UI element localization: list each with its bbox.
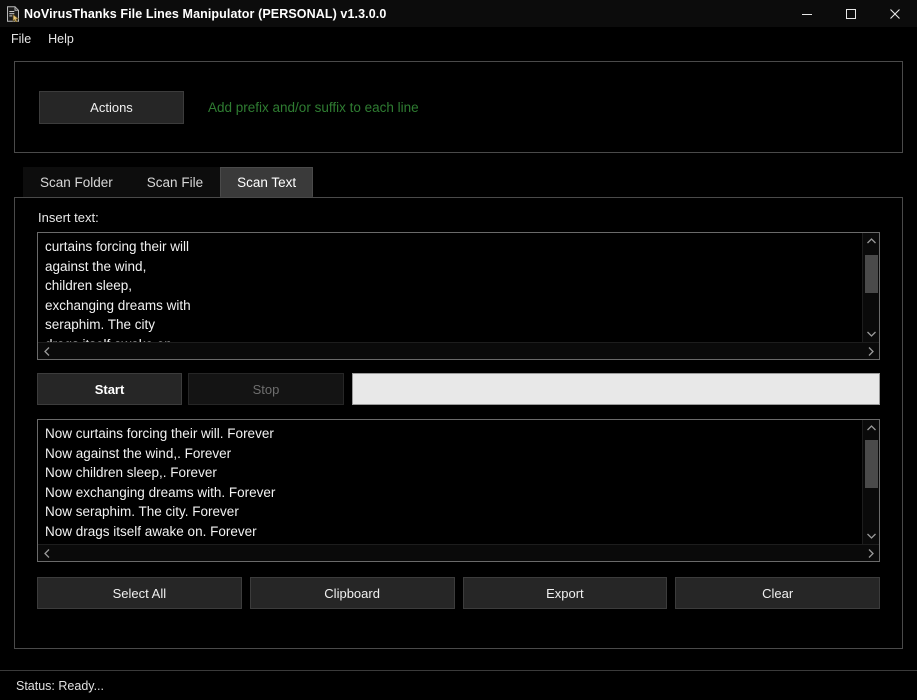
actions-button[interactable]: Actions bbox=[39, 90, 184, 124]
maximize-button[interactable] bbox=[829, 0, 873, 27]
export-button[interactable]: Export bbox=[462, 577, 668, 609]
input-line: exchanging dreams with bbox=[45, 297, 191, 313]
status-bar: Status: Ready... bbox=[0, 670, 917, 700]
chevron-right-icon[interactable] bbox=[862, 545, 879, 562]
input-scroll-thumb[interactable] bbox=[864, 255, 878, 293]
input-line: children sleep, bbox=[45, 278, 133, 293]
main-content: Actions Add prefix and/or suffix to each… bbox=[0, 51, 917, 670]
output-line: Now curtains forcing their will. Forever bbox=[45, 426, 274, 441]
output-vertical-scrollbar[interactable] bbox=[862, 420, 879, 544]
progress-bar bbox=[352, 373, 880, 405]
tab-scan-folder[interactable]: Scan Folder bbox=[23, 167, 130, 197]
output-hscroll-track[interactable] bbox=[55, 545, 862, 562]
output-text-row: Now curtains forcing their will. Forever… bbox=[38, 420, 879, 544]
input-text-row: curtains forcing their will against the … bbox=[38, 233, 879, 342]
input-text-content[interactable]: curtains forcing their will against the … bbox=[38, 233, 862, 342]
insert-text-label: Insert text: bbox=[38, 210, 99, 225]
output-horizontal-scrollbar[interactable] bbox=[38, 544, 879, 561]
chevron-right-icon[interactable] bbox=[862, 343, 879, 360]
chevron-down-icon[interactable] bbox=[863, 528, 880, 544]
scan-text-panel: Insert text: curtains forcing their will… bbox=[14, 197, 903, 649]
output-text-content[interactable]: Now curtains forcing their will. Forever… bbox=[38, 420, 862, 544]
input-horizontal-scrollbar[interactable] bbox=[38, 342, 879, 359]
input-line: drags itself awake on bbox=[45, 335, 862, 343]
output-textarea[interactable]: Now curtains forcing their will. Forever… bbox=[37, 419, 880, 562]
output-line: Now against the wind,. Forever bbox=[45, 445, 232, 461]
tab-scan-text[interactable]: Scan Text bbox=[220, 167, 314, 197]
title-bar: NoVirusThanks File Lines Manipulator (PE… bbox=[0, 0, 917, 27]
output-line: Now drags itself awake on. Forever bbox=[45, 523, 257, 539]
chevron-down-icon[interactable] bbox=[863, 326, 880, 342]
input-line: seraphim. The city bbox=[45, 317, 156, 332]
bottom-button-row: Select All Clipboard Export Clear bbox=[37, 577, 880, 609]
clipboard-button[interactable]: Clipboard bbox=[249, 577, 455, 609]
action-description: Add prefix and/or suffix to each line bbox=[208, 99, 419, 115]
start-button[interactable]: Start bbox=[37, 373, 182, 405]
chevron-up-icon[interactable] bbox=[863, 233, 880, 249]
tab-strip: Scan Folder Scan File Scan Text bbox=[14, 165, 903, 197]
output-scroll-thumb[interactable] bbox=[864, 440, 878, 488]
input-vertical-scrollbar[interactable] bbox=[862, 233, 879, 342]
output-section: Now curtains forcing their will. Forever… bbox=[37, 419, 880, 562]
actions-panel: Actions Add prefix and/or suffix to each… bbox=[14, 61, 903, 153]
minimize-button[interactable] bbox=[785, 0, 829, 27]
menu-bar: File Help bbox=[0, 27, 917, 51]
select-all-button[interactable]: Select All bbox=[37, 577, 242, 609]
tab-scan-file[interactable]: Scan File bbox=[129, 167, 221, 197]
output-line: Now exchanging dreams with. Forever bbox=[45, 484, 276, 500]
status-text: Status: Ready... bbox=[16, 678, 105, 693]
menu-item-file[interactable]: File bbox=[9, 30, 38, 49]
input-textarea[interactable]: curtains forcing their will against the … bbox=[37, 232, 880, 360]
file-cursor-icon bbox=[2, 3, 24, 25]
chevron-up-icon[interactable] bbox=[863, 420, 880, 436]
output-line: Now seraphim. The city. Forever bbox=[45, 504, 239, 519]
input-hscroll-track[interactable] bbox=[55, 343, 862, 360]
window-controls bbox=[785, 0, 917, 27]
menu-item-help[interactable]: Help bbox=[46, 30, 81, 49]
application-window: NoVirusThanks File Lines Manipulator (PE… bbox=[0, 0, 917, 700]
chevron-left-icon[interactable] bbox=[38, 545, 55, 562]
close-button[interactable] bbox=[873, 0, 917, 27]
run-controls-row: Start Stop bbox=[37, 373, 880, 405]
stop-button[interactable]: Stop bbox=[188, 373, 344, 405]
clear-button[interactable]: Clear bbox=[675, 577, 880, 609]
input-line: curtains forcing their will bbox=[45, 239, 190, 254]
chevron-left-icon[interactable] bbox=[38, 343, 55, 360]
output-line: Now children sleep,. Forever bbox=[45, 465, 217, 480]
window-title: NoVirusThanks File Lines Manipulator (PE… bbox=[24, 6, 387, 21]
input-line: against the wind, bbox=[45, 258, 147, 274]
